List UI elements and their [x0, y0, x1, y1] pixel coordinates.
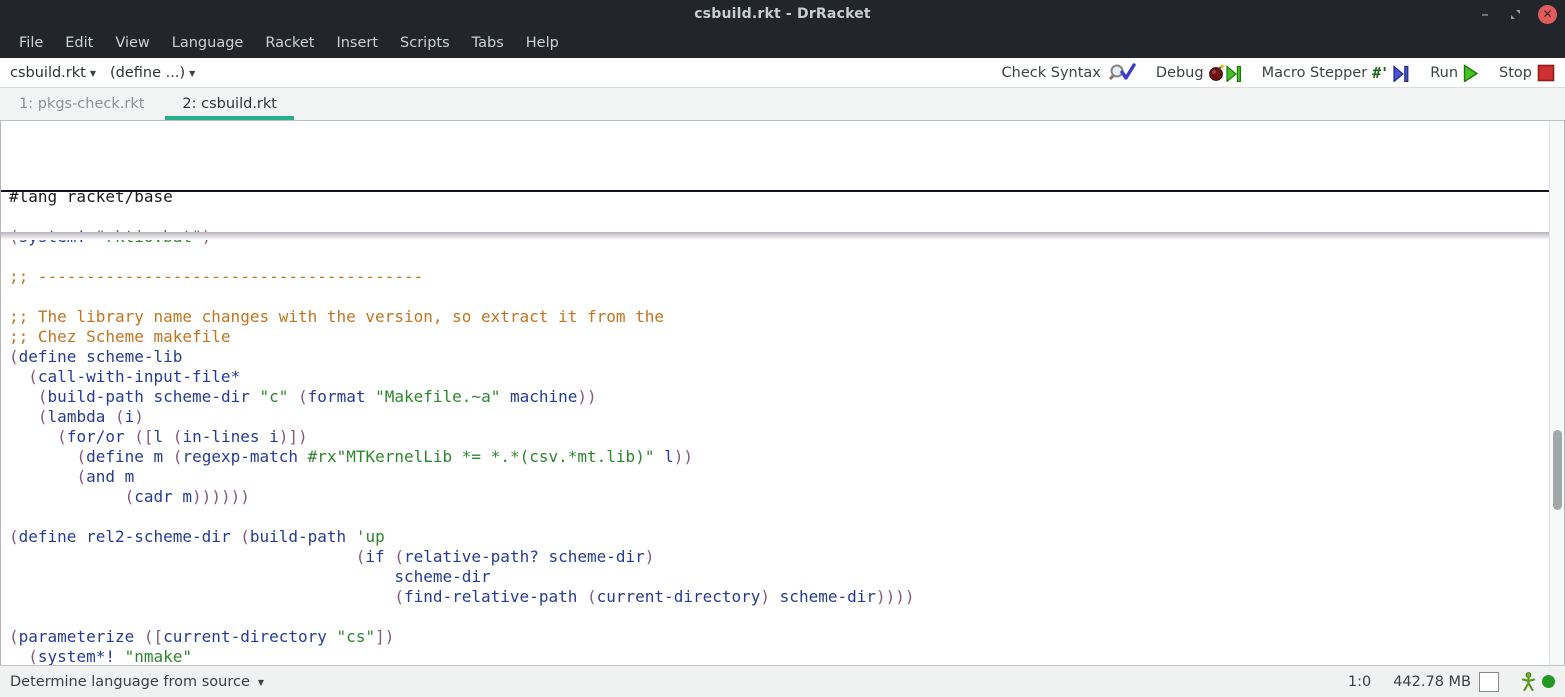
scrollbar-thumb[interactable]: [1553, 430, 1562, 510]
code-line: [9, 247, 1549, 267]
menu-item-language[interactable]: Language: [161, 31, 255, 55]
code-line: (define m (regexp-match #rx"MTKernelLib …: [9, 447, 1549, 467]
menu-item-tabs[interactable]: Tabs: [461, 31, 515, 55]
minimize-button[interactable]: –: [1477, 9, 1493, 19]
code-line: [9, 507, 1549, 527]
file-name-label: csbuild.rkt: [10, 65, 86, 81]
cursor-position: 1:0: [1348, 674, 1371, 690]
code-line: ;; The library name changes with the ver…: [9, 307, 1549, 327]
debug-label: Debug: [1156, 65, 1204, 81]
window-controls: – ✕: [1477, 0, 1557, 28]
code-line: (define scheme-lib: [9, 347, 1549, 367]
code-line: ;; -------------------------------------…: [9, 267, 1549, 287]
code-line: (if (relative-path? scheme-dir): [9, 547, 1549, 567]
run-button[interactable]: Run: [1430, 63, 1479, 82]
code-line: (build-path scheme-dir "c" (format "Make…: [9, 387, 1549, 407]
macro-stepper-label: Macro Stepper: [1262, 65, 1368, 81]
drracket-window: csbuild.rkt - DrRacket – ✕ FileEditViewL…: [0, 0, 1565, 697]
vertical-scrollbar[interactable]: [1549, 121, 1564, 665]
stop-icon: [1537, 64, 1555, 82]
check-syntax-button[interactable]: Check Syntax: [1002, 63, 1136, 82]
code-line: (define rel2-scheme-dir (build-path 'up: [9, 527, 1549, 547]
gc-recycle-man-icon: [1521, 672, 1536, 691]
language-selector[interactable]: Determine language from source ▼: [10, 674, 264, 690]
tab-bar: 1: pkgs-check.rkt2: csbuild.rkt: [0, 88, 1565, 121]
code-line: (find-relative-path (current-directory) …: [9, 587, 1549, 607]
close-button[interactable]: ✕: [1538, 5, 1557, 24]
code-line: (system! "rktio.bat"): [9, 227, 1549, 247]
definition-navigator-label: (define ...): [110, 65, 185, 81]
menu-item-file[interactable]: File: [8, 31, 54, 55]
menu-item-racket[interactable]: Racket: [254, 31, 325, 55]
chevron-down-icon: ▼: [90, 69, 96, 78]
debug-icon: [1209, 63, 1242, 82]
macro-stepper-button[interactable]: Macro Stepper #': [1262, 63, 1411, 82]
memory-limit-box[interactable]: [1479, 672, 1499, 692]
menu-item-edit[interactable]: Edit: [54, 31, 104, 55]
status-bar: Determine language from source ▼ 1:0 442…: [0, 665, 1565, 697]
code-line: [9, 287, 1549, 307]
run-icon: [1463, 63, 1479, 82]
code-line: [9, 607, 1549, 627]
menu-bar: FileEditViewLanguageRacketInsertScriptsT…: [0, 28, 1565, 58]
file-name-dropdown[interactable]: csbuild.rkt ▼: [10, 65, 96, 81]
code-line: ;; Chez Scheme makefile: [9, 327, 1549, 347]
macro-stepper-icon: [1393, 63, 1410, 82]
debug-button[interactable]: Debug: [1156, 63, 1242, 82]
lang-line-divider: [1, 150, 1549, 160]
toolbar: csbuild.rkt ▼ (define ...) ▼ Check Synta…: [0, 58, 1565, 88]
window-title: csbuild.rkt - DrRacket: [694, 6, 871, 22]
close-icon: ✕: [1542, 8, 1552, 20]
menu-item-view[interactable]: View: [104, 31, 160, 55]
menu-item-help[interactable]: Help: [515, 31, 570, 55]
code-line: (system*! "nmake": [9, 647, 1549, 665]
code-line: #lang racket/base: [9, 187, 1549, 207]
definitions-editor[interactable]: #lang racket/base (system! "rktio.bat");;…: [0, 121, 1565, 665]
definition-navigator-dropdown[interactable]: (define ...) ▼: [110, 65, 195, 81]
code-line: (parameterize ([current-directory "cs"]): [9, 627, 1549, 647]
language-selector-label: Determine language from source: [10, 674, 250, 690]
editor-tab-2[interactable]: 2: csbuild.rkt: [163, 88, 296, 120]
memory-usage: 442.78 MB: [1393, 674, 1471, 690]
editor-tab-1[interactable]: 1: pkgs-check.rkt: [0, 88, 163, 120]
code-line: (and m: [9, 467, 1549, 487]
code-area[interactable]: #lang racket/base (system! "rktio.bat");;…: [1, 121, 1549, 665]
check-syntax-label: Check Syntax: [1002, 65, 1101, 81]
menu-item-scripts[interactable]: Scripts: [389, 31, 461, 55]
stop-label: Stop: [1499, 65, 1532, 81]
chevron-down-icon: ▼: [258, 678, 264, 687]
code-line: (call-with-input-file*: [9, 367, 1549, 387]
run-label: Run: [1430, 65, 1458, 81]
menu-item-insert[interactable]: Insert: [325, 31, 389, 55]
code-line: [9, 207, 1549, 227]
online-check-status-dot: [1542, 675, 1555, 688]
chevron-down-icon: ▼: [189, 69, 195, 78]
code-line: scheme-dir: [9, 567, 1549, 587]
code-line: (cadr m)))))): [9, 487, 1549, 507]
title-bar: csbuild.rkt - DrRacket – ✕: [0, 0, 1565, 28]
maximize-icon: [1509, 8, 1522, 21]
stop-button[interactable]: Stop: [1499, 64, 1555, 82]
maximize-button[interactable]: [1509, 8, 1522, 21]
code-line: (for/or ([l (in-lines i)]): [9, 427, 1549, 447]
macro-hash-glyph: #': [1372, 64, 1388, 82]
code-line: (lambda (i): [9, 407, 1549, 427]
check-syntax-icon: [1106, 63, 1136, 82]
